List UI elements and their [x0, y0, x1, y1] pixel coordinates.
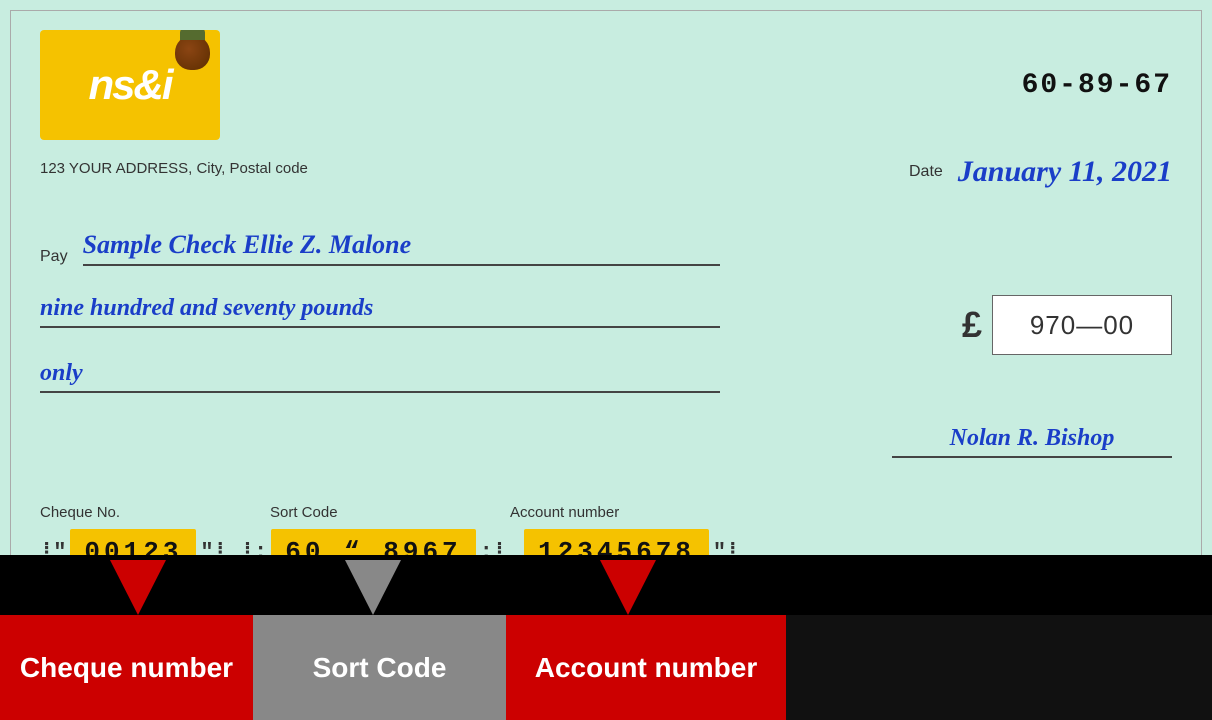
amount-box: 970—00 [992, 295, 1172, 355]
cheque-label-box: Cheque number [0, 615, 253, 720]
sort-label-box: Sort Code [253, 615, 506, 720]
date-label: Date [909, 163, 943, 181]
micr-sort-label: Sort Code [270, 504, 500, 521]
sort-label-text: Sort Code [313, 652, 447, 684]
arrow-section [0, 555, 1212, 615]
cheque-label-text: Cheque number [20, 652, 233, 684]
account-arrow [600, 560, 656, 615]
rest-area [786, 615, 1212, 720]
logo-text: ns&i [88, 61, 171, 109]
amount-words-line2: only [40, 360, 720, 393]
acorn-icon [175, 35, 210, 70]
cheque: ns&i 60-89-67 123 YOUR ADDRESS, City, Po… [0, 0, 1212, 615]
bank-logo: ns&i [40, 30, 220, 140]
date-value: January 11, 2021 [958, 155, 1172, 189]
account-label-box: Account number [506, 615, 786, 720]
account-label-text: Account number [535, 652, 757, 684]
sort-arrow [345, 560, 401, 615]
amount-words-line1: nine hundred and seventy pounds [40, 295, 720, 328]
pound-sign: £ [962, 304, 982, 346]
signature: Nolan R. Bishop [892, 425, 1172, 458]
micr-labels: Cheque No. Sort Code Account number [40, 504, 1172, 521]
address: 123 YOUR ADDRESS, City, Postal code [40, 160, 308, 177]
page: ns&i 60-89-67 123 YOUR ADDRESS, City, Po… [0, 0, 1212, 720]
payee-name: Sample Check Ellie Z. Malone [83, 230, 720, 266]
cheque-arrow [110, 560, 166, 615]
amount-area: £ 970—00 [962, 295, 1172, 355]
bottom-labels: Cheque number Sort Code Account number [0, 615, 1212, 720]
date-row: Date January 11, 2021 [909, 155, 1172, 189]
micr-account-label: Account number [510, 504, 619, 521]
pay-label: Pay [40, 248, 68, 266]
sort-code-header: 60-89-67 [1022, 70, 1172, 101]
pay-row: Pay Sample Check Ellie Z. Malone [40, 230, 720, 266]
micr-cheque-label: Cheque No. [40, 504, 260, 521]
